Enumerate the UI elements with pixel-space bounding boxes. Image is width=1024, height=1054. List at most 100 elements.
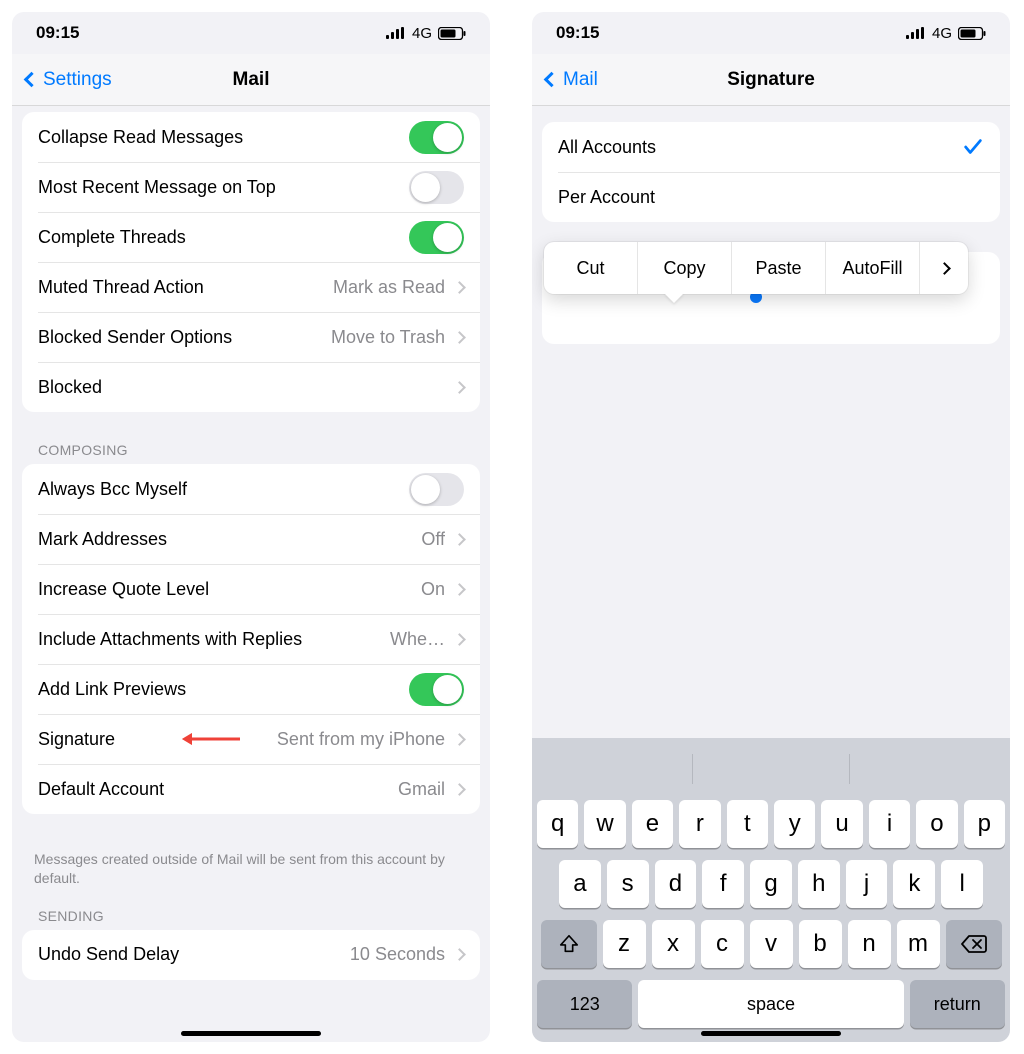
settings-row[interactable]: Most Recent Message on Top	[22, 162, 480, 212]
key-d[interactable]: d	[655, 860, 697, 908]
key-p[interactable]: p	[964, 800, 1005, 848]
key-g[interactable]: g	[750, 860, 792, 908]
settings-row[interactable]: Collapse Read Messages	[22, 112, 480, 162]
row-label: Blocked Sender Options	[38, 327, 331, 348]
row-value: On	[421, 579, 445, 600]
chevron-left-icon	[544, 72, 560, 88]
context-menu-item[interactable]: Paste	[732, 242, 826, 294]
toggle-switch[interactable]	[409, 171, 464, 204]
settings-row[interactable]: Add Link Previews	[22, 664, 480, 714]
status-icons: 4G	[386, 25, 466, 42]
key-t[interactable]: t	[727, 800, 768, 848]
back-button[interactable]: Mail	[546, 69, 598, 91]
key-k[interactable]: k	[893, 860, 935, 908]
key-n[interactable]: n	[848, 920, 891, 968]
left-screenshot: 09:15 4G Settings Mail Collapse Read Mes…	[12, 12, 490, 1042]
keyboard[interactable]: qwertyuiop asdfghjkl zxcvbnm 123 space r…	[532, 738, 1010, 1042]
row-value: 10 Seconds	[350, 944, 445, 965]
settings-row[interactable]: Blocked	[22, 362, 480, 412]
per-account-row[interactable]: Per Account	[542, 172, 1000, 222]
key-u[interactable]: u	[821, 800, 862, 848]
row-value: Move to Trash	[331, 327, 445, 348]
chevron-right-icon	[453, 633, 466, 646]
row-label: Include Attachments with Replies	[38, 629, 390, 650]
composing-group: Always Bcc MyselfMark AddressesOffIncrea…	[22, 464, 480, 814]
key-b[interactable]: b	[799, 920, 842, 968]
toggle-switch[interactable]	[409, 473, 464, 506]
key-backspace[interactable]	[946, 920, 1002, 968]
status-time: 09:15	[36, 23, 79, 43]
checkmark-icon	[962, 136, 984, 158]
toggle-switch[interactable]	[409, 121, 464, 154]
status-bar: 09:15 4G	[12, 12, 490, 54]
suggestion-bar[interactable]	[537, 748, 1005, 790]
settings-row[interactable]: Undo Send Delay10 Seconds	[22, 930, 480, 980]
network-label: 4G	[412, 25, 432, 42]
row-label: All Accounts	[558, 137, 962, 158]
chevron-right-icon	[453, 331, 466, 344]
settings-row[interactable]: Always Bcc Myself	[22, 464, 480, 514]
back-label: Settings	[43, 69, 112, 91]
page-title: Signature	[532, 69, 1010, 91]
key-h[interactable]: h	[798, 860, 840, 908]
row-label: Blocked	[38, 377, 455, 398]
context-menu-item[interactable]: Copy	[638, 242, 732, 294]
settings-row[interactable]: Mark AddressesOff	[22, 514, 480, 564]
row-label: Complete Threads	[38, 227, 409, 248]
row-label: Default Account	[38, 779, 398, 800]
composing-header: COMPOSING	[12, 442, 490, 464]
key-a[interactable]: a	[559, 860, 601, 908]
key-o[interactable]: o	[916, 800, 957, 848]
key-q[interactable]: q	[537, 800, 578, 848]
back-button[interactable]: Settings	[26, 69, 112, 91]
row-value: Gmail	[398, 779, 445, 800]
chevron-right-icon	[453, 281, 466, 294]
home-indicator[interactable]	[701, 1031, 841, 1036]
settings-row[interactable]: Muted Thread ActionMark as Read	[22, 262, 480, 312]
key-i[interactable]: i	[869, 800, 910, 848]
settings-row[interactable]: Complete Threads	[22, 212, 480, 262]
context-menu-more[interactable]	[920, 242, 968, 294]
settings-row[interactable]: Increase Quote LevelOn	[22, 564, 480, 614]
key-s[interactable]: s	[607, 860, 649, 908]
home-indicator[interactable]	[181, 1031, 321, 1036]
key-space[interactable]: space	[638, 980, 903, 1028]
nav-header: Settings Mail	[12, 54, 490, 106]
key-shift[interactable]	[541, 920, 597, 968]
key-e[interactable]: e	[632, 800, 673, 848]
row-label: Increase Quote Level	[38, 579, 421, 600]
all-accounts-row[interactable]: All Accounts	[542, 122, 1000, 172]
key-r[interactable]: r	[679, 800, 720, 848]
key-w[interactable]: w	[584, 800, 625, 848]
key-123[interactable]: 123	[537, 980, 632, 1028]
key-v[interactable]: v	[750, 920, 793, 968]
row-value: Whe…	[390, 629, 445, 650]
chevron-right-icon	[453, 783, 466, 796]
key-x[interactable]: x	[652, 920, 695, 968]
row-value: Sent from my iPhone	[277, 729, 445, 750]
key-z[interactable]: z	[603, 920, 646, 968]
scope-group: All Accounts Per Account	[542, 122, 1000, 222]
key-return[interactable]: return	[910, 980, 1005, 1028]
row-value: Mark as Read	[333, 277, 445, 298]
signal-icon	[906, 27, 926, 39]
nav-header: Mail Signature	[532, 54, 1010, 106]
toggle-switch[interactable]	[409, 673, 464, 706]
settings-row[interactable]: Blocked Sender OptionsMove to Trash	[22, 312, 480, 362]
battery-icon	[438, 27, 466, 40]
row-label: Undo Send Delay	[38, 944, 350, 965]
key-j[interactable]: j	[846, 860, 888, 908]
settings-row[interactable]: Include Attachments with RepliesWhe…	[22, 614, 480, 664]
key-f[interactable]: f	[702, 860, 744, 908]
settings-row[interactable]: SignatureSent from my iPhone	[22, 714, 480, 764]
key-l[interactable]: l	[941, 860, 983, 908]
toggle-switch[interactable]	[409, 221, 464, 254]
context-menu-item[interactable]: Cut	[544, 242, 638, 294]
key-c[interactable]: c	[701, 920, 744, 968]
settings-row[interactable]: Default AccountGmail	[22, 764, 480, 814]
threading-group: Collapse Read MessagesMost Recent Messag…	[22, 112, 480, 412]
row-label: Per Account	[558, 187, 984, 208]
key-y[interactable]: y	[774, 800, 815, 848]
key-m[interactable]: m	[897, 920, 940, 968]
context-menu-item[interactable]: AutoFill	[826, 242, 920, 294]
